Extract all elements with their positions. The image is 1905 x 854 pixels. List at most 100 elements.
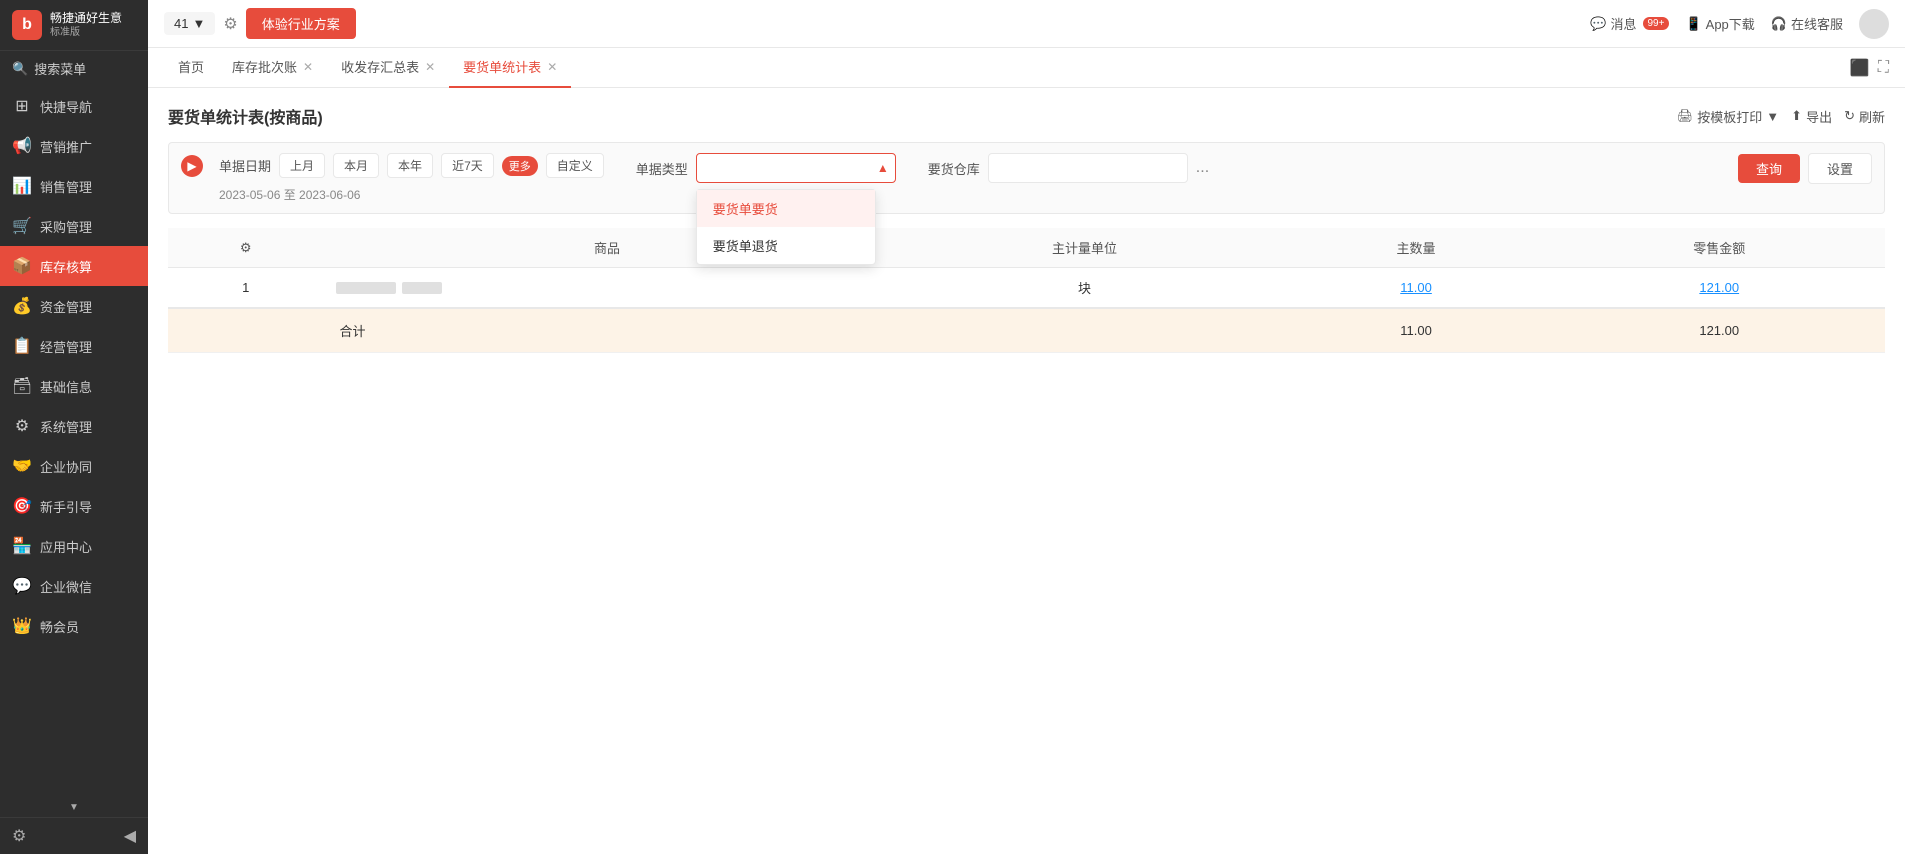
sidebar-search[interactable]: 🔍 搜索菜单 <box>0 51 148 86</box>
date-custom-btn[interactable]: 自定义 <box>546 153 604 178</box>
enterprise-icon: 🤝 <box>12 456 32 476</box>
system-icon: ⚙ <box>12 416 32 436</box>
date-this-month-btn[interactable]: 本月 <box>333 153 379 178</box>
sidebar-item-wechat[interactable]: 💬 企业微信 <box>0 566 148 606</box>
td-index: 1 <box>168 268 324 309</box>
td-qty[interactable]: 11.00 <box>1279 268 1554 309</box>
td-unit: 块 <box>890 268 1278 309</box>
settings-filter-btn[interactable]: 设置 <box>1808 153 1872 184</box>
total-qty: 11.00 <box>1279 308 1554 353</box>
sidebar-item-marketing[interactable]: 📢 营销推广 <box>0 126 148 166</box>
query-btn[interactable]: 查询 <box>1738 154 1800 183</box>
product-name-placeholder <box>336 282 396 294</box>
tab-shipping-summary-close[interactable]: ✕ <box>425 60 435 74</box>
tab-requisition-stats[interactable]: 要货单统计表 ✕ <box>449 48 571 88</box>
sidebar-item-enterprise[interactable]: 🤝 企业协同 <box>0 446 148 486</box>
sidebar-item-basic[interactable]: 🗃 基础信息 <box>0 366 148 406</box>
topbar-settings-icon[interactable]: ⚙ <box>223 14 237 34</box>
warehouse-filter-group: 要货仓库 ... <box>928 153 1209 183</box>
filter-expand-btn[interactable]: ▶ <box>181 155 203 177</box>
tab-requisition-stats-close[interactable]: ✕ <box>547 60 557 74</box>
sidebar-item-member[interactable]: 👑 畅会员 <box>0 606 148 646</box>
sidebar-item-guide[interactable]: 🎯 新手引导 <box>0 486 148 526</box>
date-range-text: 2023-05-06 至 2023-06-06 <box>219 186 604 203</box>
sidebar-item-sales[interactable]: 📊 销售管理 <box>0 166 148 206</box>
tab-batch-account[interactable]: 库存批次账 ✕ <box>218 48 327 88</box>
type-label: 单据类型 <box>636 159 688 178</box>
type-dropdown: 要货单要货 要货单退货 <box>696 189 876 265</box>
th-amount: 零售金额 <box>1553 228 1885 268</box>
sidebar-item-operations[interactable]: 📋 经营管理 <box>0 326 148 366</box>
purchase-icon: 🛒 <box>12 216 32 236</box>
date-last-month-btn[interactable]: 上月 <box>279 153 325 178</box>
topbar: 41 ▼ ⚙ 体验行业方案 💬 消息 99+ 📱 App下载 🎧 在线客服 <box>148 0 1905 48</box>
warehouse-input[interactable] <box>988 153 1188 183</box>
wechat-icon: 💬 <box>12 576 32 596</box>
table-header-row: ⚙ 商品 主计量单位 主数量 零售金额 <box>168 228 1885 268</box>
guide-icon: 🎯 <box>12 496 32 516</box>
sidebar-nav: ⊞ 快捷导航 📢 营销推广 📊 销售管理 🛒 采购管理 📦 库存核算 💰 资金管… <box>0 86 148 798</box>
messages-btn[interactable]: 💬 消息 99+ <box>1590 14 1669 33</box>
date-this-year-btn[interactable]: 本年 <box>387 153 433 178</box>
refresh-btn[interactable]: ↻ 刷新 <box>1844 107 1885 126</box>
tab-home[interactable]: 首页 <box>164 48 218 88</box>
export-btn[interactable]: ⬆ 导出 <box>1791 107 1832 126</box>
app-download-btn[interactable]: 📱 App下载 <box>1685 14 1754 33</box>
dropdown-item-requisition-order[interactable]: 要货单要货 <box>697 190 875 227</box>
quick-nav-icon: ⊞ <box>12 96 32 116</box>
filter-actions: 查询 设置 <box>1738 153 1872 184</box>
page-panel: 要货单统计表(按商品) 🖨 按模板打印 ▼ ⬆ 导出 ↻ 刷新 <box>148 88 1905 854</box>
total-label: 合计 <box>324 308 891 353</box>
sidebar-item-quick-nav[interactable]: ⊞ 快捷导航 <box>0 86 148 126</box>
column-settings-icon[interactable]: ⚙ <box>240 240 252 255</box>
marketing-icon: 📢 <box>12 136 32 156</box>
sidebar-item-appstore[interactable]: 🏪 应用中心 <box>0 526 148 566</box>
sidebar-item-inventory[interactable]: 📦 库存核算 <box>0 246 148 286</box>
tab-expand-icon[interactable]: ⬛ <box>1850 58 1870 78</box>
sidebar-bottom: ⚙ ◀ <box>0 817 148 854</box>
th-settings[interactable]: ⚙ <box>168 228 324 268</box>
main-content: 41 ▼ ⚙ 体验行业方案 💬 消息 99+ 📱 App下载 🎧 在线客服 <box>148 0 1905 854</box>
sidebar-item-system[interactable]: ⚙ 系统管理 <box>0 406 148 446</box>
breadcrumb-select[interactable]: 41 ▼ <box>164 12 215 35</box>
filter-more-icon[interactable]: ... <box>1196 159 1209 177</box>
tab-fullscreen-icon[interactable]: ⛶ <box>1878 59 1889 77</box>
member-icon: 👑 <box>12 616 32 636</box>
tabs-expand: ⬛ ⛶ <box>1850 58 1889 78</box>
sidebar-item-purchase[interactable]: 🛒 采购管理 <box>0 206 148 246</box>
service-icon: 🎧 <box>1771 16 1787 32</box>
download-icon: 📱 <box>1685 16 1701 32</box>
app-logo-icon: b <box>12 10 42 40</box>
dropdown-item-requisition-return[interactable]: 要货单退货 <box>697 227 875 264</box>
th-qty: 主数量 <box>1279 228 1554 268</box>
date-filter-group: 单据日期 上月 本月 本年 近7天 更多 自定义 <box>219 153 604 178</box>
filter-bar: ▶ 单据日期 上月 本月 本年 近7天 更多 自定义 2023-05-06 至 … <box>168 142 1885 214</box>
settings-icon[interactable]: ⚙ <box>12 826 26 846</box>
collapse-icon[interactable]: ◀ <box>124 826 136 846</box>
product-cell <box>336 282 879 294</box>
type-filter-group: 单据类型 ▲ 要货单要货 要货单退货 <box>636 153 896 183</box>
total-empty-1 <box>168 308 324 353</box>
date-last-7days-btn[interactable]: 近7天 <box>441 153 494 178</box>
trial-btn[interactable]: 体验行业方案 <box>246 8 356 39</box>
warehouse-label: 要货仓库 <box>928 159 980 178</box>
total-amount: 121.00 <box>1553 308 1885 353</box>
sidebar-logo: b 畅捷通好生意 标准版 <box>0 0 148 51</box>
print-btn[interactable]: 🖨 按模板打印 ▼ <box>1677 107 1779 126</box>
sidebar-item-finance[interactable]: 💰 资金管理 <box>0 286 148 326</box>
expand-icon: ▶ <box>187 159 196 173</box>
td-amount[interactable]: 121.00 <box>1553 268 1885 309</box>
tabs-bar: 首页 库存批次账 ✕ 收发存汇总表 ✕ 要货单统计表 ✕ ⬛ ⛶ <box>148 48 1905 88</box>
type-select-arrow-icon: ▲ <box>877 161 889 175</box>
total-empty-2 <box>890 308 1278 353</box>
customer-service-btn[interactable]: 🎧 在线客服 <box>1771 14 1843 33</box>
user-avatar[interactable] <box>1859 9 1889 39</box>
tab-shipping-summary[interactable]: 收发存汇总表 ✕ <box>327 48 449 88</box>
th-unit: 主计量单位 <box>890 228 1278 268</box>
type-select[interactable]: ▲ <box>696 153 896 183</box>
page-header: 要货单统计表(按商品) 🖨 按模板打印 ▼ ⬆ 导出 ↻ 刷新 <box>168 104 1885 128</box>
sidebar-scroll-down[interactable]: ▼ <box>0 798 148 817</box>
sales-icon: 📊 <box>12 176 32 196</box>
date-more-badge[interactable]: 更多 <box>502 156 538 176</box>
tab-batch-account-close[interactable]: ✕ <box>303 60 313 74</box>
